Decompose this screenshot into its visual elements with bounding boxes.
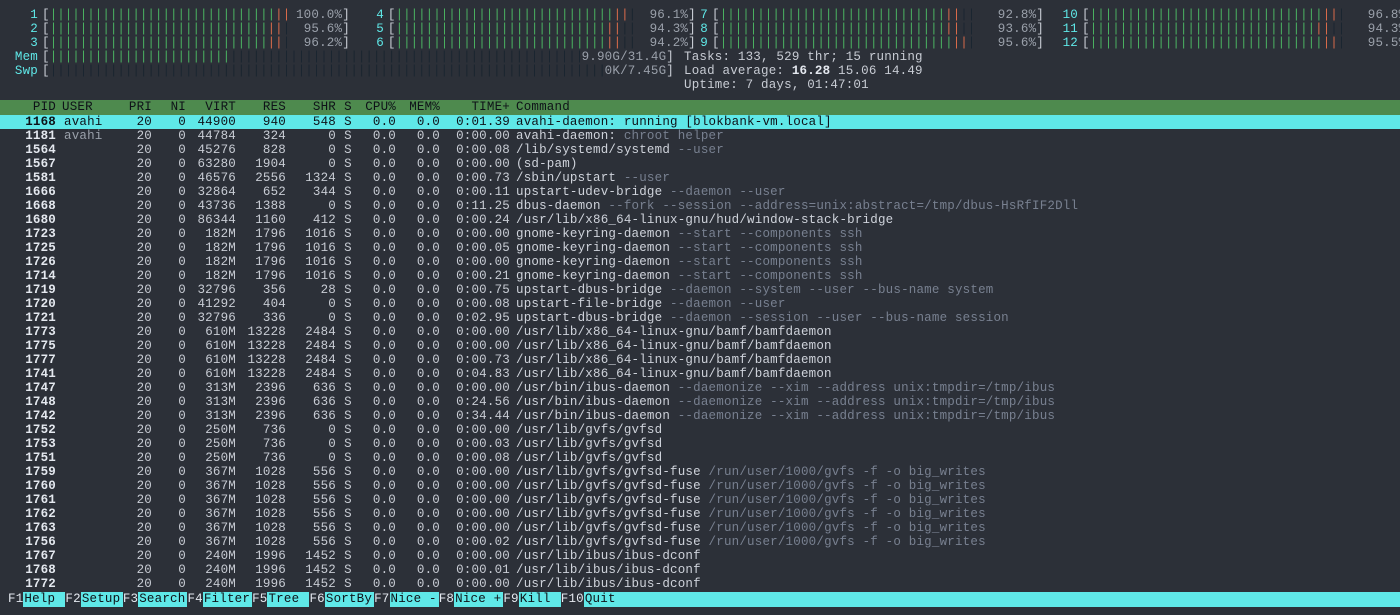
process-row[interactable]: 1763 20 0 367M 1028 556 S 0.0 0.0 0:00.0…	[0, 521, 1400, 535]
process-row[interactable]: 1721 20 0 32796 336 0 S 0.0 0.0 0:02.95 …	[0, 311, 1400, 325]
process-row[interactable]: 1751 20 0 250M 736 0 S 0.0 0.0 0:00.08 /…	[0, 451, 1400, 465]
fkey-action[interactable]: Filter	[203, 592, 252, 607]
fkey: F6	[309, 592, 324, 607]
cpu-meter: 10 [ |||||||||||||||||||||||||||||||||| …	[1054, 8, 1400, 22]
process-row[interactable]: 1753 20 0 250M 736 0 S 0.0 0.0 0:00.03 /…	[0, 437, 1400, 451]
col-cmd[interactable]: Command	[514, 100, 1400, 115]
fkey: F10	[561, 592, 584, 607]
fkey-action[interactable]: Nice +	[454, 592, 503, 607]
process-row[interactable]: 1680 20 0 86344 1160 412 S 0.0 0.0 0:00.…	[0, 213, 1400, 227]
col-pri[interactable]: PRI	[116, 100, 156, 115]
col-pid[interactable]: PID	[6, 100, 60, 115]
uptime-line: Uptime: 7 days, 01:47:01	[684, 78, 1044, 92]
fkey-action[interactable]: SortBy	[325, 592, 374, 607]
process-row[interactable]: 1666 20 0 32864 652 344 S 0.0 0.0 0:00.1…	[0, 185, 1400, 199]
process-row[interactable]: 1168 avahi 20 0 44900 940 548 S 0.0 0.0 …	[0, 115, 1400, 129]
process-row[interactable]: 1756 20 0 367M 1028 556 S 0.0 0.0 0:00.0…	[0, 535, 1400, 549]
cpu-meter: 12 [ |||||||||||||||||||||||||||||||||| …	[1054, 36, 1400, 50]
process-row[interactable]: 1742 20 0 313M 2396 636 S 0.0 0.0 0:34.4…	[0, 409, 1400, 423]
fkey-action[interactable]: Search	[138, 592, 187, 607]
process-row[interactable]: 1747 20 0 313M 2396 636 S 0.0 0.0 0:00.0…	[0, 381, 1400, 395]
process-row[interactable]: 1567 20 0 63280 1904 0 S 0.0 0.0 0:00.00…	[0, 157, 1400, 171]
process-row[interactable]: 1772 20 0 240M 1996 1452 S 0.0 0.0 0:00.…	[0, 577, 1400, 591]
process-row[interactable]: 1581 20 0 46576 2556 1324 S 0.0 0.0 0:00…	[0, 171, 1400, 185]
fkey-action[interactable]: Kill	[519, 592, 561, 607]
fkey: F5	[252, 592, 267, 607]
fkey-action[interactable]: Tree	[267, 592, 309, 607]
process-row[interactable]: 1714 20 0 182M 1796 1016 S 0.0 0.0 0:00.…	[0, 269, 1400, 283]
col-mem[interactable]: MEM%	[400, 100, 444, 115]
col-s[interactable]: S	[340, 100, 356, 115]
function-key-bar[interactable]: F1HelpF2SetupF3SearchF4FilterF5TreeF6Sor…	[0, 592, 1400, 607]
fkey: F7	[374, 592, 389, 607]
process-row[interactable]: 1741 20 0 610M 13228 2484 S 0.0 0.0 0:04…	[0, 367, 1400, 381]
fkey: F1	[8, 592, 23, 607]
fkey: F2	[65, 592, 80, 607]
col-shr[interactable]: SHR	[290, 100, 340, 115]
process-row[interactable]: 1720 20 0 41292 404 0 S 0.0 0.0 0:00.08 …	[0, 297, 1400, 311]
process-row[interactable]: 1768 20 0 240M 1996 1452 S 0.0 0.0 0:00.…	[0, 563, 1400, 577]
process-row[interactable]: 1181 avahi 20 0 44784 324 0 S 0.0 0.0 0:…	[0, 129, 1400, 143]
col-ni[interactable]: NI	[156, 100, 190, 115]
process-row[interactable]: 1748 20 0 313M 2396 636 S 0.0 0.0 0:24.5…	[0, 395, 1400, 409]
fkey: F4	[187, 592, 202, 607]
fkey: F3	[123, 592, 138, 607]
cpu-meter: 5 [ |||||||||||||||||||||||||||||||| 94.…	[360, 22, 696, 36]
process-row[interactable]: 1762 20 0 367M 1028 556 S 0.0 0.0 0:00.0…	[0, 507, 1400, 521]
process-row[interactable]: 1668 20 0 43736 1388 0 S 0.0 0.0 0:11.25…	[0, 199, 1400, 213]
cpu-meter: 4 [ |||||||||||||||||||||||||||||||| 96.…	[360, 8, 696, 22]
mem-meter: Swp [ ||||||||||||||||||||||||||||||||||…	[14, 64, 674, 78]
fkey: F9	[503, 592, 518, 607]
cpu-meter: 1 [ |||||||||||||||||||||||||||||||| 100…	[14, 8, 350, 22]
cpu-meter: 7 [ |||||||||||||||||||||||||||||||||| 9…	[684, 8, 1044, 22]
process-list[interactable]: 1168 avahi 20 0 44900 940 548 S 0.0 0.0 …	[0, 115, 1400, 607]
cpu-meter: 8 [ |||||||||||||||||||||||||||||||||| 9…	[684, 22, 1044, 36]
col-res[interactable]: RES	[240, 100, 290, 115]
process-row[interactable]: 1777 20 0 610M 13228 2484 S 0.0 0.0 0:00…	[0, 353, 1400, 367]
mem-meter: Mem [ ||||||||||||||||||||||||||||||||||…	[14, 50, 674, 64]
col-cpu[interactable]: CPU%	[356, 100, 400, 115]
fkey-action[interactable]: Setup	[81, 592, 123, 607]
process-row[interactable]: 1725 20 0 182M 1796 1016 S 0.0 0.0 0:00.…	[0, 241, 1400, 255]
load-line: Load average: 16.28 15.06 14.49	[684, 64, 1044, 78]
process-row[interactable]: 1564 20 0 45276 828 0 S 0.0 0.0 0:00.08 …	[0, 143, 1400, 157]
fkey-action[interactable]: Help	[23, 592, 65, 607]
process-row[interactable]: 1719 20 0 32796 356 28 S 0.0 0.0 0:00.75…	[0, 283, 1400, 297]
fkey: F8	[439, 592, 454, 607]
process-row[interactable]: 1767 20 0 240M 1996 1452 S 0.0 0.0 0:00.…	[0, 549, 1400, 563]
process-row[interactable]: 1775 20 0 610M 13228 2484 S 0.0 0.0 0:00…	[0, 339, 1400, 353]
col-time[interactable]: TIME+	[444, 100, 514, 115]
process-row[interactable]: 1760 20 0 367M 1028 556 S 0.0 0.0 0:00.0…	[0, 479, 1400, 493]
col-virt[interactable]: VIRT	[190, 100, 240, 115]
tasks-line: Tasks: 133, 529 thr; 15 running	[684, 50, 1044, 64]
process-row[interactable]: 1761 20 0 367M 1028 556 S 0.0 0.0 0:00.0…	[0, 493, 1400, 507]
col-user[interactable]: USER	[60, 100, 116, 115]
process-row[interactable]: 1759 20 0 367M 1028 556 S 0.0 0.0 0:00.0…	[0, 465, 1400, 479]
cpu-meter: 11 [ |||||||||||||||||||||||||||||||||| …	[1054, 22, 1400, 36]
process-row[interactable]: 1723 20 0 182M 1796 1016 S 0.0 0.0 0:00.…	[0, 227, 1400, 241]
fkey-action[interactable]: Quit	[584, 592, 626, 607]
process-row[interactable]: 1773 20 0 610M 13228 2484 S 0.0 0.0 0:00…	[0, 325, 1400, 339]
fkey-action[interactable]: Nice -	[390, 592, 439, 607]
process-row[interactable]: 1752 20 0 250M 736 0 S 0.0 0.0 0:00.00 /…	[0, 423, 1400, 437]
cpu-meter: 6 [ |||||||||||||||||||||||||||||||| 94.…	[360, 36, 696, 50]
cpu-meter: 2 [ |||||||||||||||||||||||||||||||| 95.…	[14, 22, 350, 36]
process-row[interactable]: 1726 20 0 182M 1796 1016 S 0.0 0.0 0:00.…	[0, 255, 1400, 269]
meters-section: 1 [ |||||||||||||||||||||||||||||||| 100…	[0, 8, 1400, 100]
cpu-meter: 3 [ |||||||||||||||||||||||||||||||| 96.…	[14, 36, 350, 50]
column-header[interactable]: PID USER PRI NI VIRT RES SHR S CPU% MEM%…	[0, 100, 1400, 115]
cpu-meter: 9 [ |||||||||||||||||||||||||||||||||| 9…	[684, 36, 1044, 50]
